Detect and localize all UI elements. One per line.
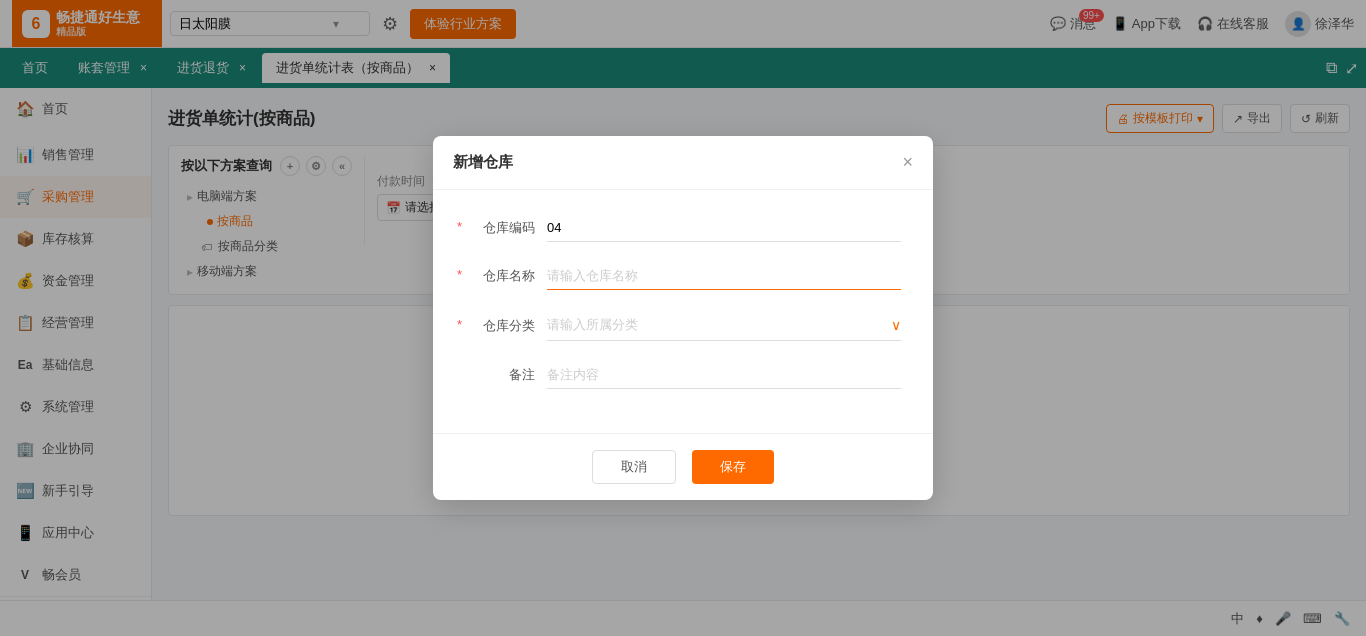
category-placeholder: 请输入所属分类	[547, 316, 638, 334]
form-row-name: 仓库名称	[465, 262, 901, 290]
modal-footer: 取消 保存	[433, 433, 933, 500]
note-label: 备注	[465, 366, 535, 384]
modal-overlay: 新增仓库 × 仓库编码 仓库名称 仓库分类 请输入所属分类 ∨	[0, 0, 1366, 636]
modal-header: 新增仓库 ×	[433, 136, 933, 190]
name-input[interactable]	[547, 262, 901, 290]
save-button[interactable]: 保存	[692, 450, 774, 484]
modal-title: 新增仓库	[453, 153, 513, 172]
name-label: 仓库名称	[465, 267, 535, 285]
note-input[interactable]	[547, 361, 901, 389]
form-row-code: 仓库编码	[465, 214, 901, 242]
code-label: 仓库编码	[465, 219, 535, 237]
modal-new-warehouse: 新增仓库 × 仓库编码 仓库名称 仓库分类 请输入所属分类 ∨	[433, 136, 933, 500]
modal-body: 仓库编码 仓库名称 仓库分类 请输入所属分类 ∨ 备注	[433, 190, 933, 433]
code-input[interactable]	[547, 214, 901, 242]
cancel-button[interactable]: 取消	[592, 450, 676, 484]
form-row-note: 备注	[465, 361, 901, 389]
category-label: 仓库分类	[465, 317, 535, 335]
category-select[interactable]: 请输入所属分类 ∨	[547, 310, 901, 341]
form-row-category: 仓库分类 请输入所属分类 ∨	[465, 310, 901, 341]
modal-close-button[interactable]: ×	[902, 152, 913, 173]
category-chevron-icon: ∨	[891, 317, 901, 333]
